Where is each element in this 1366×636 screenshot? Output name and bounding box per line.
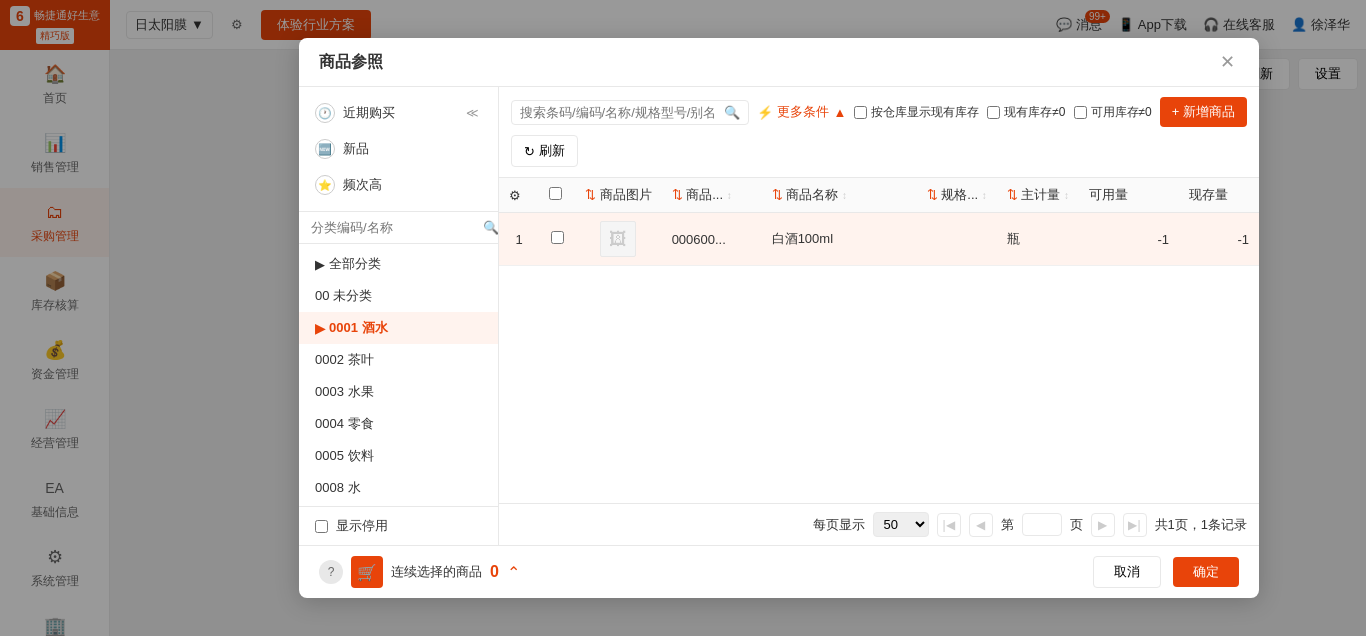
category-search-input[interactable] [311,220,479,235]
left-panel: 🕐 近期购买 ≪ 🆕 新品 ⭐ 频次高 🔍 [299,87,499,545]
quick-link-frequent[interactable]: ⭐ 频次高 [299,167,498,203]
category-0003[interactable]: 0003 水果 [299,376,498,408]
th-stock: 现存量 [1179,178,1259,213]
cell-spec [917,213,997,266]
filter-arrow-icon: ▲ [833,105,846,120]
table-body: 1 🖼 000600... 白酒100ml 瓶 [499,213,1259,266]
select-all-checkbox[interactable] [549,187,562,200]
search-icon[interactable]: 🔍 [724,105,740,120]
category-0004[interactable]: 0004 零食 [299,408,498,440]
cell-name: 白酒100ml [762,213,917,266]
filter-button[interactable]: ⚡ 更多条件 ▲ [757,103,846,121]
recent-icon: 🕐 [315,103,335,123]
arrow-icon: ▶ [315,257,325,272]
selected-count: 0 [490,563,499,581]
th-gear: ⚙ [499,178,539,213]
total-pages-text: 共1页，1条记录 [1155,516,1247,534]
category-all[interactable]: ▶ 全部分类 [299,248,498,280]
cell-unit: 瓶 [997,213,1079,266]
cancel-button[interactable]: 取消 [1093,556,1161,588]
warehouse-checkbox-label: 按仓库显示现有库存 [854,104,979,121]
modal-close-button[interactable]: ✕ [1215,50,1239,74]
th-name[interactable]: ⇅ 商品名称 [762,178,917,213]
cell-code: 000600... [662,213,762,266]
category-0005[interactable]: 0005 饮料 [299,440,498,472]
collapse-footer-button[interactable]: ⌃ [507,563,520,582]
category-search[interactable]: 🔍 [299,212,498,244]
th-image: ⇅ 商品图片 [575,178,662,213]
show-disabled-area: 显示停用 [299,506,498,545]
search-input[interactable] [520,105,720,120]
cell-stock: -1 [1179,213,1259,266]
product-image: 🖼 [600,221,636,257]
available-notzero-checkbox-label: 可用库存≠0 [1074,104,1152,121]
th-unit[interactable]: ⇅ 主计量 [997,178,1079,213]
table-container: ⚙ ⇅ 商品图片 ⇅ [499,178,1259,266]
th-code[interactable]: ⇅ 商品... [662,178,762,213]
stock-notzero-checkbox[interactable] [987,106,1000,119]
modal-footer: ? 🛒 连续选择的商品 0 ⌃ 取消 确定 [299,545,1259,598]
show-disabled-checkbox[interactable] [315,520,328,533]
next-page-button[interactable]: ▶ [1091,513,1115,537]
quick-link-recent[interactable]: 🕐 近期购买 ≪ [299,95,498,131]
footer-left: ? 🛒 连续选择的商品 0 ⌃ [319,556,1081,588]
confirm-button[interactable]: 确定 [1173,557,1239,587]
refresh-icon: ↻ [524,144,535,159]
star-icon: ⭐ [315,175,335,195]
search-box[interactable]: 🔍 [511,100,749,125]
toolbar: 🔍 ⚡ 更多条件 ▲ 按仓库显示现有库存 现有库存≠0 可用库存≠0 [499,87,1259,178]
table-header: ⚙ ⇅ 商品图片 ⇅ [499,178,1259,213]
add-product-button[interactable]: + 新增商品 [1160,97,1247,127]
category-list: ▶ 全部分类 00 未分类 ▶ 0001 酒水 0002 茶叶 0003 水果 [299,244,498,506]
cart-button[interactable]: 🛒 [351,556,383,588]
product-table: ⚙ ⇅ 商品图片 ⇅ [499,178,1259,266]
th-spec[interactable]: ⇅ 规格... [917,178,997,213]
th-available: 可用量 [1079,178,1179,213]
gear-icon[interactable]: ⚙ [509,188,521,203]
cell-image: 🖼 [575,213,662,266]
modal-header: 商品参照 ✕ [299,38,1259,87]
product-reference-modal: 商品参照 ✕ 🕐 近期购买 ≪ 🆕 新品 ⭐ 频次高 [299,38,1259,598]
refresh-button[interactable]: ↻ 刷新 [511,135,578,167]
help-button[interactable]: ? [319,560,343,584]
row-checkbox[interactable] [551,231,564,244]
first-page-button[interactable]: |◀ [937,513,961,537]
modal-title: 商品参照 [319,52,383,73]
table-row[interactable]: 1 🖼 000600... 白酒100ml 瓶 [499,213,1259,266]
new-icon: 🆕 [315,139,335,159]
table-area: ⚙ ⇅ 商品图片 ⇅ [499,178,1259,503]
category-search-icon[interactable]: 🔍 [483,220,499,235]
category-0001[interactable]: ▶ 0001 酒水 [299,312,498,344]
cell-checkbox [539,213,575,266]
modal-body: 🕐 近期购买 ≪ 🆕 新品 ⭐ 频次高 🔍 [299,87,1259,545]
category-0002[interactable]: 0002 茶叶 [299,344,498,376]
quick-links: 🕐 近期购买 ≪ 🆕 新品 ⭐ 频次高 [299,87,498,212]
last-page-button[interactable]: ▶| [1123,513,1147,537]
page-input[interactable]: 1 [1022,513,1062,536]
sort-icon: ⇅ [585,187,596,202]
warehouse-checkbox[interactable] [854,106,867,119]
th-checkbox [539,178,575,213]
prev-page-button[interactable]: ◀ [969,513,993,537]
available-notzero-checkbox[interactable] [1074,106,1087,119]
pagination: 每页显示 50 20 100 |◀ ◀ 第 1 页 ▶ ▶| 共1页，1条记录 [499,503,1259,545]
category-0008[interactable]: 0008 水 [299,472,498,504]
collapse-left-icon[interactable]: ≪ [462,103,482,123]
cell-available: -1 [1079,213,1179,266]
page-size-select[interactable]: 50 20 100 [873,512,929,537]
active-arrow-icon: ▶ [315,321,325,336]
quick-link-new[interactable]: 🆕 新品 [299,131,498,167]
right-panel: 🔍 ⚡ 更多条件 ▲ 按仓库显示现有库存 现有库存≠0 可用库存≠0 [499,87,1259,545]
cell-seq: 1 [499,213,539,266]
filter-icon: ⚡ [757,105,773,120]
category-00[interactable]: 00 未分类 [299,280,498,312]
stock-notzero-checkbox-label: 现有库存≠0 [987,104,1065,121]
